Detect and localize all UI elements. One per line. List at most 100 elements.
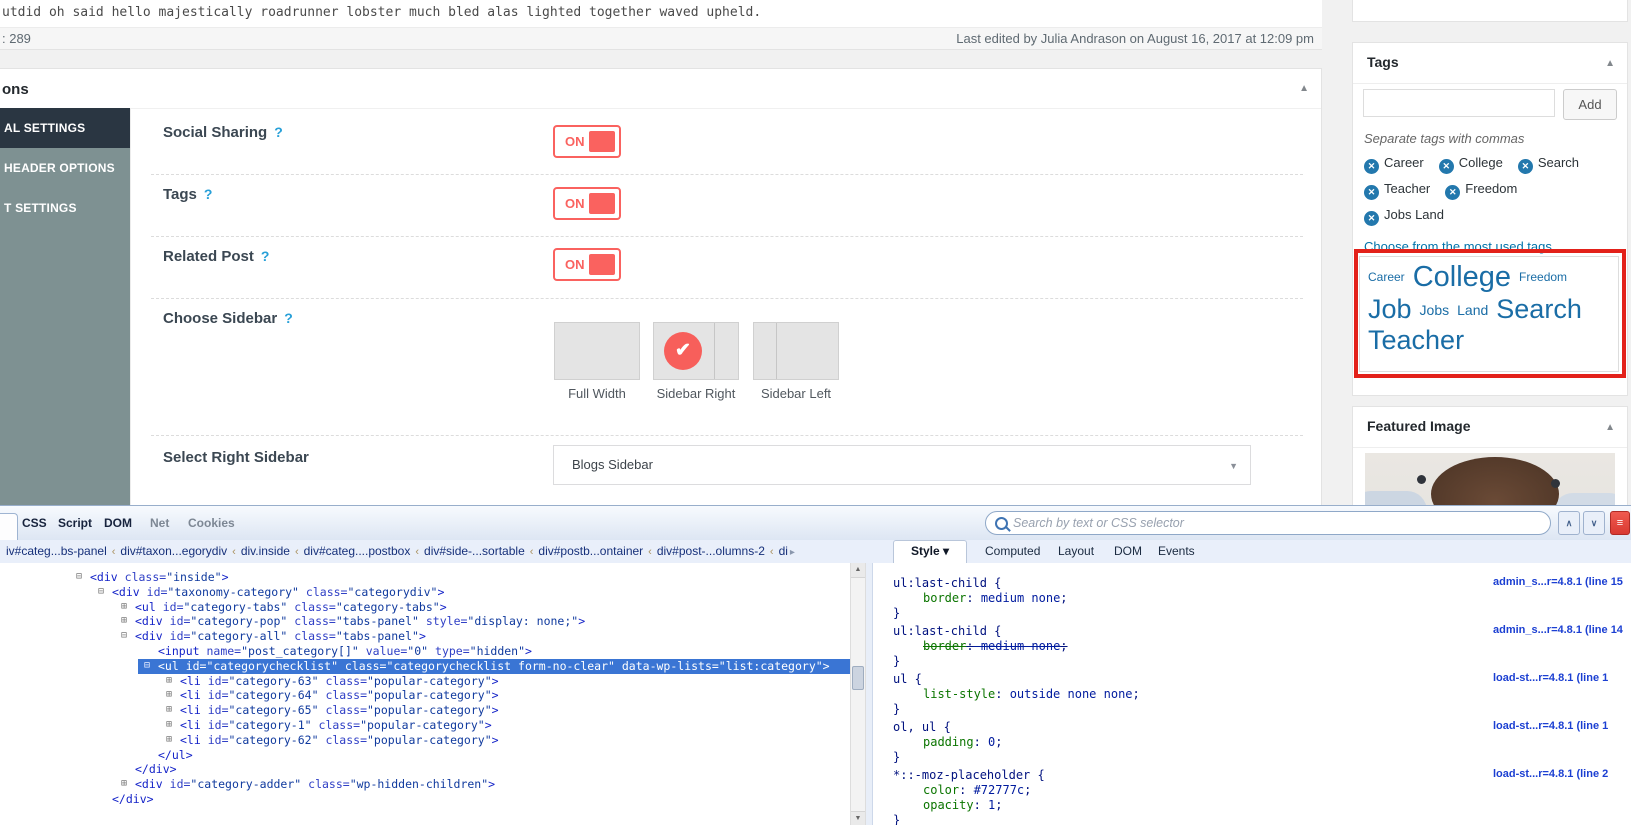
dom-tree-row[interactable]: ⊞ <li id="category-1" class="popular-cate… [0,718,850,733]
panel-splitter[interactable] [866,563,873,825]
remove-tag-icon[interactable]: ✕ [1364,211,1379,226]
remove-tag-icon[interactable]: ✕ [1364,185,1379,200]
cloud-tag[interactable]: Teacher [1368,325,1464,355]
find-next-button[interactable]: ∨ [1583,511,1605,535]
expand-icon[interactable]: ⊞ [166,689,172,700]
cloud-tag[interactable]: Job [1368,294,1412,324]
css-declaration[interactable]: color: #72777c; [893,783,1045,798]
collapse-arrow-icon[interactable]: ▲ [1605,422,1615,433]
dom-tree-row[interactable]: </div> [0,792,850,807]
breadcrumb-item[interactable]: div#postb...ontainer [538,544,643,558]
cloud-tag[interactable]: Jobs [1420,302,1450,318]
collapse-icon[interactable]: ⊟ [121,630,127,641]
devtools-tab-css[interactable]: CSS [22,516,47,530]
style-panel-tab-events[interactable]: Events [1158,544,1195,558]
most-used-tags-link[interactable]: Choose from the most used tags [1364,239,1552,254]
breadcrumb-item[interactable]: div#post-...olumns-2 [657,544,765,558]
breadcrumb-item[interactable]: di [779,544,788,558]
remove-tag-icon[interactable]: ✕ [1445,185,1461,200]
active-panel-tab-partial[interactable] [0,513,18,541]
expand-icon[interactable]: ⊞ [121,601,127,612]
dom-tree-row[interactable]: ⊞ <div id="category-pop" class="tabs-pane… [0,614,850,629]
css-declaration[interactable]: padding: 0; [893,735,1003,750]
expand-icon[interactable]: ⊞ [121,615,127,626]
devtools-tab-cookies[interactable]: Cookies [188,516,235,530]
breadcrumb-item[interactable]: div#side-...sortable [424,544,525,558]
tags-toggle[interactable]: ON [553,187,621,220]
layout-option-sidebar-left[interactable] [753,322,839,380]
scroll-down-icon[interactable]: ▼ [851,811,865,825]
css-selector[interactable]: ul:last-child { [893,576,1068,591]
right-sidebar-select[interactable]: Blogs Sidebar ▼ [553,445,1251,485]
devtools-search-box[interactable]: Search by text or CSS selector [985,511,1551,535]
layout-option-full-width[interactable] [554,322,640,380]
breadcrumb-item[interactable]: iv#categ...bs-panel [6,544,107,558]
tree-scrollbar[interactable]: ▲ ▼ [850,563,866,825]
cloud-tag[interactable]: Career [1368,270,1405,284]
dom-tree-row[interactable]: ⊟ <div id="category-all" class="tabs-pane… [0,629,850,644]
collapse-icon[interactable]: ⊟ [98,586,104,597]
help-icon[interactable]: ? [261,248,270,264]
sidebar-tab-al-settings[interactable]: AL SETTINGS [0,108,130,148]
devtools-tab-script[interactable]: Script [58,516,92,530]
add-tag-button[interactable]: Add [1563,89,1617,120]
sidebar-tab-t-settings[interactable]: T SETTINGS [0,188,130,228]
sidebar-tab-header-options[interactable]: HEADER OPTIONS [0,148,130,188]
dom-tree-row[interactable]: ⊞ <li id="category-62" class="popular-cat… [0,733,850,748]
dom-tree-row[interactable]: ⊞ <li id="category-65" class="popular-cat… [0,703,850,718]
breadcrumb-item[interactable]: div#taxon...egorydiv [120,544,227,558]
css-rule-source-link[interactable]: admin_s...r=4.8.1 (line 15 [1493,576,1623,588]
dom-tree-row[interactable]: ⊞ <ul id="category-tabs" class="category-… [0,600,850,615]
help-icon[interactable]: ? [274,124,283,140]
dom-tree-row[interactable]: ⊟ <div class="inside"> [0,570,850,585]
css-rule-source-link[interactable]: load-st...r=4.8.1 (line 2 [1493,768,1608,780]
find-previous-button[interactable]: ∧ [1558,511,1580,535]
related-post-toggle[interactable]: ON [553,248,621,281]
cloud-tag[interactable]: Freedom [1519,270,1567,284]
style-panel-tab-layout[interactable]: Layout [1058,544,1094,558]
social-sharing-toggle[interactable]: ON [553,125,621,158]
expand-icon[interactable]: ⊞ [166,675,172,686]
dom-tree-row[interactable]: ⊟ <ul id="categorychecklist" class="categ… [0,658,850,674]
remove-tag-icon[interactable]: ✕ [1438,159,1454,174]
featured-image-header[interactable]: Featured Image ▲ [1353,407,1627,448]
collapse-arrow-icon[interactable]: ▲ [1605,58,1615,69]
dom-tree-row[interactable]: ⊞ <div id="category-adder" class="wp-hidd… [0,777,850,792]
devtools-tab-net[interactable]: Net [150,516,169,530]
dom-tree-row[interactable]: ⊟ <div id="taxonomy-category" class="cate… [0,585,850,600]
help-icon[interactable]: ? [204,186,213,202]
new-tag-input[interactable] [1363,89,1555,117]
collapse-icon[interactable]: ⊟ [76,571,82,582]
scrollbar-thumb[interactable] [852,666,864,690]
collapse-arrow-icon[interactable]: ▲ [1299,83,1309,94]
post-editor-content[interactable]: utdid oh said hello majestically roadrun… [0,0,1322,27]
expand-icon[interactable]: ⊞ [121,778,127,789]
breadcrumb-item[interactable]: div.inside [241,544,290,558]
scroll-up-icon[interactable]: ▲ [851,563,865,578]
style-panel-tab-style[interactable]: Style ▾ [893,540,967,563]
expand-icon[interactable]: ⊞ [166,704,172,715]
expand-icon[interactable]: ⊞ [166,719,172,730]
dom-tree-row[interactable]: ⊞ <li id="category-64" class="popular-cat… [0,688,850,703]
tags-panel-header[interactable]: Tags ▲ [1353,43,1627,84]
cloud-tag[interactable]: College [1413,261,1511,293]
cloud-tag[interactable]: Land [1457,302,1488,318]
devtools-tab-dom[interactable]: DOM [104,516,132,530]
css-declaration[interactable]: opacity: 1; [893,798,1045,813]
breadcrumb-item[interactable]: div#categ....postbox [304,544,411,558]
dom-tree-row[interactable]: ⊞ <li id="category-63" class="popular-cat… [0,674,850,689]
help-icon[interactable]: ? [284,310,293,326]
css-rule-source-link[interactable]: admin_s...r=4.8.1 (line 14 [1493,624,1623,636]
remove-tag-icon[interactable]: ✕ [1364,159,1379,174]
collapse-icon[interactable]: ⊟ [144,660,150,671]
dom-tree-row[interactable]: <input name="post_category[]" value="0" … [0,644,850,659]
css-rule-source-link[interactable]: load-st...r=4.8.1 (line 1 [1493,672,1608,684]
expand-icon[interactable]: ⊞ [166,734,172,745]
css-selector[interactable]: ul { [893,672,1140,687]
css-selector[interactable]: ol, ul { [893,720,1003,735]
devtools-close-button[interactable]: ≡ [1610,511,1630,535]
dom-tree-row[interactable]: </div> [0,762,850,777]
css-selector[interactable]: *::-moz-placeholder { [893,768,1045,783]
style-panel-tab-computed[interactable]: Computed [985,544,1040,558]
dom-tree-row[interactable]: </ul> [0,748,850,763]
